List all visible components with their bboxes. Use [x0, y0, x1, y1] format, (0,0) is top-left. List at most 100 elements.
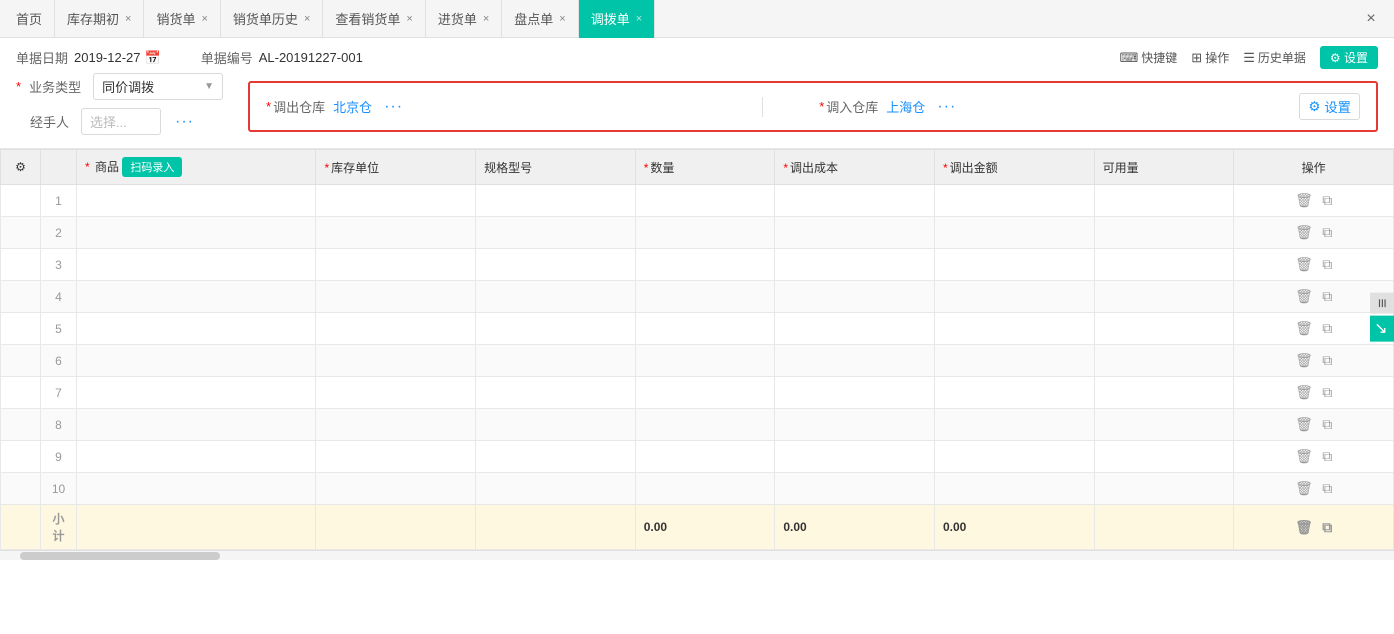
qty-cell[interactable]: [635, 313, 775, 345]
spec-cell[interactable]: [476, 217, 636, 249]
settings-button[interactable]: ⚙ 设置: [1320, 46, 1378, 69]
spec-cell[interactable]: [476, 377, 636, 409]
spec-cell[interactable]: [476, 249, 636, 281]
close-inventory-count[interactable]: ×: [559, 13, 565, 25]
amount-cell[interactable]: 0.00: [935, 505, 1095, 550]
available-cell[interactable]: [1094, 185, 1234, 217]
unit-cell[interactable]: [316, 281, 476, 313]
business-type-select[interactable]: 同价调拨 ▼: [93, 73, 223, 100]
amount-cell[interactable]: [935, 441, 1095, 473]
product-cell[interactable]: [77, 185, 316, 217]
delete-row-icon[interactable]: 🗑: [1295, 224, 1313, 240]
unit-cell[interactable]: [316, 313, 476, 345]
unit-cell[interactable]: [316, 217, 476, 249]
available-cell[interactable]: [1094, 377, 1234, 409]
person-more-button[interactable]: ···: [175, 113, 194, 131]
product-cell[interactable]: [77, 473, 316, 505]
available-cell[interactable]: [1094, 345, 1234, 377]
copy-row-icon[interactable]: ⧉: [1322, 480, 1332, 496]
spec-cell[interactable]: [476, 345, 636, 377]
cost-cell[interactable]: [775, 249, 935, 281]
tab-inventory-count[interactable]: 盘点单 ×: [502, 0, 578, 38]
operation-button[interactable]: ⊞ 操作: [1191, 49, 1229, 66]
spec-cell[interactable]: [476, 313, 636, 345]
qty-cell[interactable]: [635, 473, 775, 505]
close-inventory-init[interactable]: ×: [125, 13, 131, 25]
copy-row-icon[interactable]: ⧉: [1322, 256, 1332, 272]
tab-sales-history[interactable]: 销货单历史 ×: [221, 0, 323, 38]
copy-row-icon[interactable]: ⧉: [1322, 224, 1332, 240]
available-cell[interactable]: [1094, 313, 1234, 345]
cost-cell[interactable]: 0.00: [775, 505, 935, 550]
cost-cell[interactable]: [775, 345, 935, 377]
close-purchase-order[interactable]: ×: [483, 13, 489, 25]
qty-cell[interactable]: 0.00: [635, 505, 775, 550]
delete-row-icon[interactable]: 🗑: [1295, 384, 1313, 400]
cost-cell[interactable]: [775, 409, 935, 441]
amount-cell[interactable]: [935, 473, 1095, 505]
delete-row-icon[interactable]: 🗑: [1295, 288, 1313, 304]
cost-cell[interactable]: [775, 473, 935, 505]
tab-sales-order[interactable]: 销货单 ×: [144, 0, 220, 38]
window-close-button[interactable]: ×: [1352, 0, 1390, 38]
side-export-button[interactable]: ↗: [1370, 316, 1394, 341]
unit-cell[interactable]: [316, 345, 476, 377]
person-select[interactable]: 选择...: [81, 108, 161, 135]
unit-cell[interactable]: [316, 441, 476, 473]
unit-cell[interactable]: [316, 473, 476, 505]
available-cell[interactable]: [1094, 441, 1234, 473]
amount-cell[interactable]: [935, 377, 1095, 409]
unit-cell[interactable]: [316, 249, 476, 281]
product-cell[interactable]: [77, 505, 316, 550]
tab-home[interactable]: 首页: [4, 0, 55, 38]
unit-cell[interactable]: [316, 505, 476, 550]
spec-cell[interactable]: [476, 441, 636, 473]
warehouse-out-more-button[interactable]: ···: [384, 98, 403, 116]
spec-cell[interactable]: [476, 505, 636, 550]
product-cell[interactable]: [77, 217, 316, 249]
unit-cell[interactable]: [316, 377, 476, 409]
delete-row-icon[interactable]: 🗑: [1295, 192, 1313, 208]
calendar-icon[interactable]: 📅: [145, 50, 161, 66]
cost-cell[interactable]: [775, 185, 935, 217]
close-sales-order[interactable]: ×: [201, 13, 207, 25]
unit-cell[interactable]: [316, 409, 476, 441]
qty-cell[interactable]: [635, 249, 775, 281]
available-cell[interactable]: [1094, 281, 1234, 313]
copy-row-icon[interactable]: ⧉: [1322, 416, 1332, 432]
qty-cell[interactable]: [635, 217, 775, 249]
warehouse-in-more-button[interactable]: ···: [937, 98, 956, 116]
amount-cell[interactable]: [935, 185, 1095, 217]
amount-cell[interactable]: [935, 217, 1095, 249]
close-sales-history[interactable]: ×: [304, 13, 310, 25]
tab-purchase-order[interactable]: 进货单 ×: [426, 0, 502, 38]
horizontal-scrollbar[interactable]: [0, 550, 1394, 560]
spec-cell[interactable]: [476, 409, 636, 441]
amount-cell[interactable]: [935, 409, 1095, 441]
delete-row-icon[interactable]: 🗑: [1295, 480, 1313, 496]
spec-cell[interactable]: [476, 185, 636, 217]
scan-input-button[interactable]: 扫码录入: [122, 157, 182, 177]
spec-cell[interactable]: [476, 473, 636, 505]
copy-row-icon[interactable]: ⧉: [1322, 352, 1332, 368]
qty-cell[interactable]: [635, 409, 775, 441]
amount-cell[interactable]: [935, 313, 1095, 345]
available-cell[interactable]: [1094, 473, 1234, 505]
delete-row-icon[interactable]: 🗑: [1295, 416, 1313, 432]
product-cell[interactable]: [77, 313, 316, 345]
tab-inventory-init[interactable]: 库存期初 ×: [55, 0, 144, 38]
amount-cell[interactable]: [935, 345, 1095, 377]
delete-row-icon[interactable]: 🗑: [1295, 448, 1313, 464]
copy-row-icon[interactable]: ⧉: [1322, 384, 1332, 400]
product-cell[interactable]: [77, 441, 316, 473]
product-cell[interactable]: [77, 345, 316, 377]
spec-cell[interactable]: [476, 281, 636, 313]
product-cell[interactable]: [77, 409, 316, 441]
qty-cell[interactable]: [635, 345, 775, 377]
qty-cell[interactable]: [635, 185, 775, 217]
delete-row-icon[interactable]: 🗑: [1295, 352, 1313, 368]
tab-view-sales[interactable]: 查看销货单 ×: [323, 0, 425, 38]
delete-row-icon[interactable]: 🗑: [1295, 320, 1313, 336]
column-settings-button[interactable]: ⚙ 设置: [1299, 93, 1360, 120]
close-transfer-order[interactable]: ×: [636, 13, 642, 25]
